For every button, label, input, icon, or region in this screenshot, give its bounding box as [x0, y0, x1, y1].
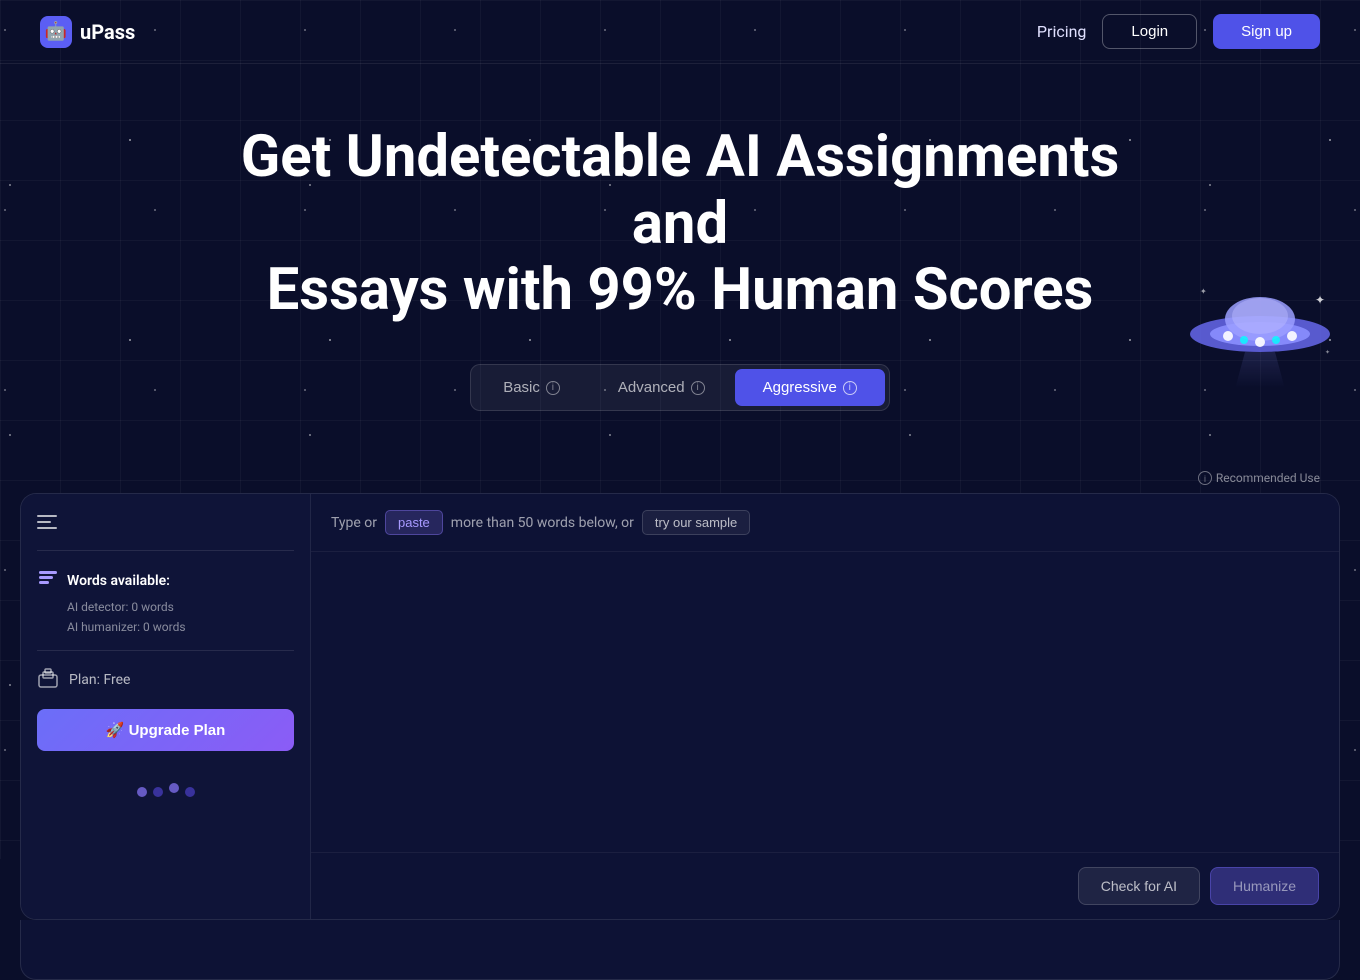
type-label: Type or — [331, 515, 377, 531]
sample-button[interactable]: try our sample — [642, 510, 750, 535]
login-button[interactable]: Login — [1102, 14, 1197, 49]
dot-1 — [137, 787, 147, 797]
humanize-button[interactable]: Humanize — [1210, 867, 1319, 905]
tab-basic[interactable]: Basic i — [475, 369, 588, 406]
svg-text:i: i — [1204, 475, 1206, 485]
dot-3 — [169, 783, 179, 793]
sidebar-divider-1 — [37, 550, 294, 551]
dot-2 — [153, 787, 163, 797]
svg-text:✦: ✦ — [1315, 293, 1325, 307]
ai-detector-words: AI detector: 0 words — [37, 600, 294, 614]
editor-bottom: Check for AI Humanize — [311, 852, 1339, 919]
words-title: Words available: — [37, 567, 294, 594]
loading-dots — [37, 767, 294, 817]
logo-icon: 🤖 — [40, 16, 72, 48]
aggressive-info-icon[interactable]: i — [843, 381, 857, 395]
basic-info-icon[interactable]: i — [546, 381, 560, 395]
info-icon: i — [1198, 471, 1212, 485]
navbar: 🤖 uPass Pricing Login Sign up — [0, 0, 1360, 64]
advanced-info-icon[interactable]: i — [691, 381, 705, 395]
plan-icon — [37, 667, 59, 693]
main-area: Words available: AI detector: 0 words AI… — [20, 493, 1340, 920]
words-section: Words available: AI detector: 0 words AI… — [37, 567, 294, 634]
logo-text: uPass — [80, 20, 135, 44]
logo[interactable]: 🤖 uPass — [40, 16, 135, 48]
editor-area: Type or paste more than 50 words below, … — [311, 494, 1339, 919]
upgrade-button[interactable]: 🚀 Upgrade Plan — [37, 709, 294, 751]
nav-right: Pricing Login Sign up — [1037, 14, 1320, 49]
ai-humanizer-words: AI humanizer: 0 words — [37, 620, 294, 634]
editor-toolbar: Type or paste more than 50 words below, … — [311, 494, 1339, 552]
ufo-illustration: ✦ ✦ ✦ — [1160, 224, 1360, 424]
bottom-row — [20, 920, 1340, 980]
sidebar-divider-2 — [37, 650, 294, 651]
editor-content[interactable] — [311, 552, 1339, 852]
menu-icon[interactable] — [37, 510, 294, 534]
sidebar: Words available: AI detector: 0 words AI… — [21, 494, 311, 919]
svg-text:✦: ✦ — [1200, 287, 1207, 296]
more-label: more than 50 words below, or — [451, 515, 634, 531]
plan-section: Plan: Free — [37, 667, 294, 693]
pricing-link[interactable]: Pricing — [1037, 22, 1087, 41]
tabs: Basic i Advanced i Aggressive i — [470, 364, 890, 411]
svg-text:✦: ✦ — [1325, 349, 1330, 356]
paste-button[interactable]: paste — [385, 510, 443, 535]
tab-aggressive[interactable]: Aggressive i — [735, 369, 885, 406]
tab-advanced[interactable]: Advanced i — [590, 369, 733, 406]
tabs-container: Basic i Advanced i Aggressive i — [20, 364, 1340, 411]
hero-title: Get Undetectable AI Assignments and Essa… — [230, 124, 1130, 324]
words-icon — [37, 567, 59, 594]
recommended-use: i Recommended Use — [0, 471, 1360, 485]
signup-button[interactable]: Sign up — [1213, 14, 1320, 49]
hero-section: ✦ ✦ ✦ Get Undetectable AI Assignments an… — [0, 64, 1360, 471]
plan-label: Plan: Free — [69, 672, 130, 688]
check-ai-button[interactable]: Check for AI — [1078, 867, 1200, 905]
dot-4 — [185, 787, 195, 797]
